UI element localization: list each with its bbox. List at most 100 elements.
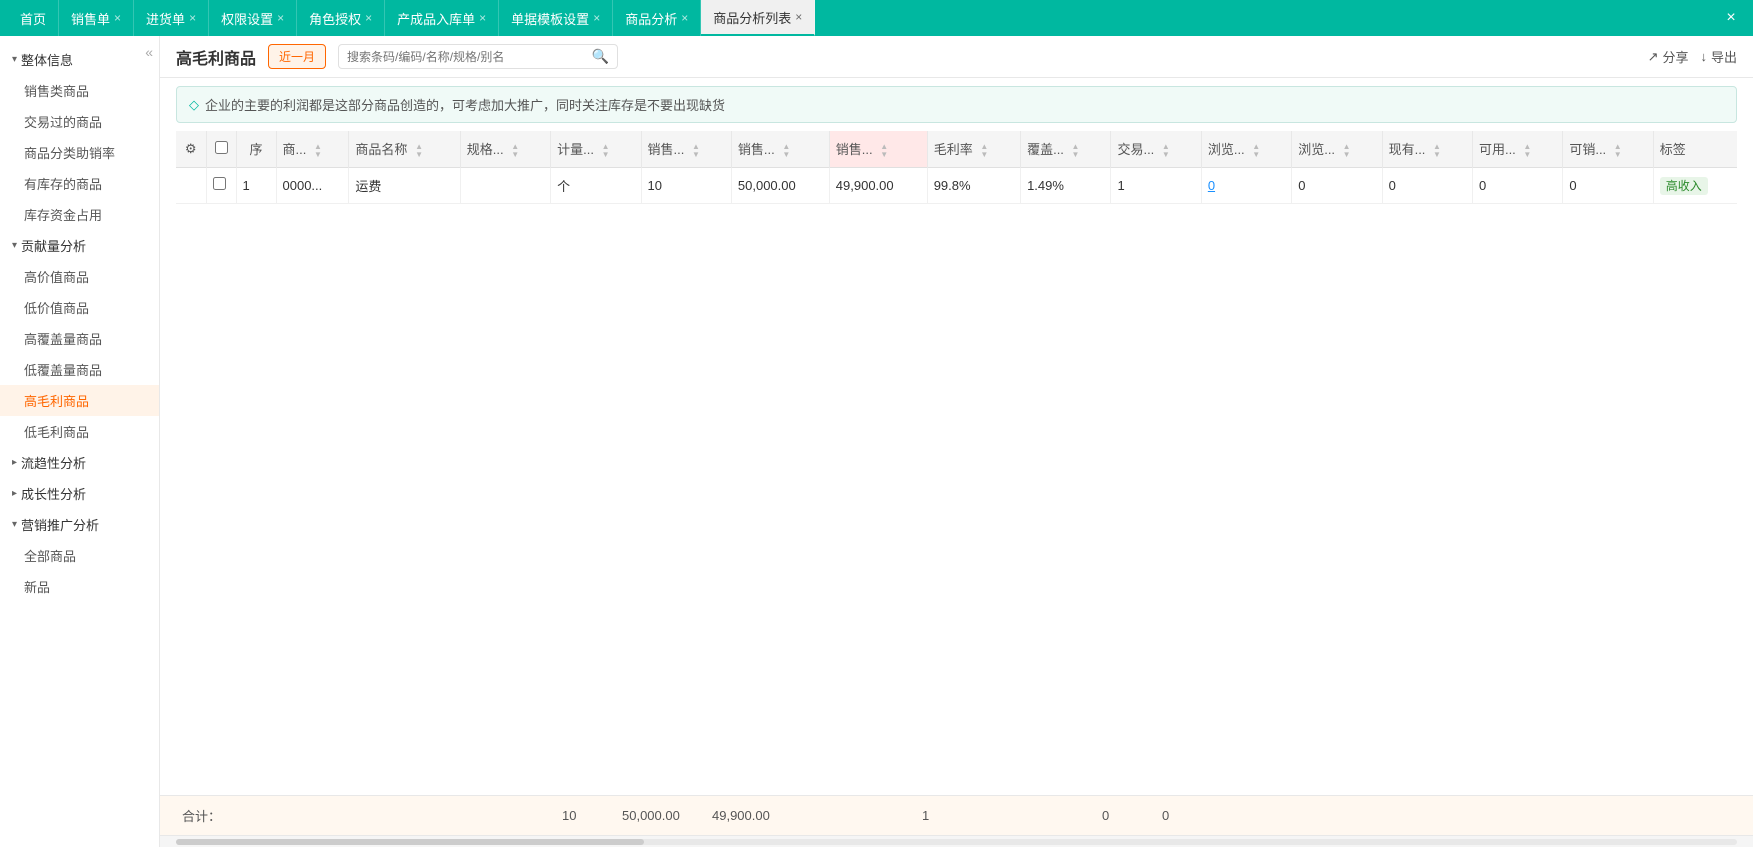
col-product-name[interactable]: 商品名称 ▲▼ bbox=[349, 131, 460, 167]
sidebar-group-marketing[interactable]: ▾ 营销推广分析 bbox=[0, 509, 159, 540]
sort-icon: ▲▼ bbox=[1614, 143, 1622, 159]
nav-purchase-order[interactable]: 进货单 × bbox=[134, 0, 209, 36]
col-views2[interactable]: 浏览... ▲▼ bbox=[1292, 131, 1382, 167]
close-permission-settings[interactable]: × bbox=[277, 11, 284, 25]
sidebar-item-high-coverage[interactable]: 高覆盖量商品 bbox=[0, 323, 159, 354]
sidebar-group-growth[interactable]: ▸ 成长性分析 bbox=[0, 478, 159, 509]
close-product-analysis-list[interactable]: × bbox=[795, 10, 802, 24]
footer-totals: 合计： 10 50,000.00 49,900.00 1 0 0 bbox=[160, 795, 1753, 835]
col-gross-rate[interactable]: 毛利率 ▲▼ bbox=[927, 131, 1020, 167]
sidebar: « ▾ 整体信息 销售类商品 交易过的商品 商品分类助销率 有库存的商品 库存资… bbox=[0, 36, 160, 847]
cell-coverage: 1.49% bbox=[1021, 167, 1111, 203]
nav-template-settings[interactable]: 单据模板设置 × bbox=[499, 0, 613, 36]
sidebar-item-high-value[interactable]: 高价值商品 bbox=[0, 261, 159, 292]
nav-product-analysis[interactable]: 商品分析 × bbox=[613, 0, 701, 36]
sidebar-item-stock-capital[interactable]: 库存资金占用 bbox=[0, 199, 159, 230]
nav-role-auth[interactable]: 角色授权 × bbox=[297, 0, 385, 36]
group-arrow-marketing: ▾ bbox=[12, 519, 17, 530]
nav-product-analysis-list[interactable]: 商品分析列表 × bbox=[701, 0, 815, 36]
col-sales3[interactable]: 销售... ▲▼ bbox=[829, 131, 927, 167]
close-sales-order[interactable]: × bbox=[114, 11, 121, 25]
sort-icon: ▲▼ bbox=[415, 143, 423, 159]
col-sales1[interactable]: 销售... ▲▼ bbox=[641, 131, 731, 167]
sidebar-group-trend[interactable]: ▸ 流趋性分析 bbox=[0, 447, 159, 478]
search-icon[interactable]: 🔍 bbox=[592, 48, 609, 65]
sidebar-item-high-margin[interactable]: 高毛利商品 bbox=[0, 385, 159, 416]
data-table: ⚙ 序 商... ▲▼ 商品名称 ▲▼ bbox=[176, 131, 1737, 204]
views1-link[interactable]: 0 bbox=[1208, 178, 1215, 193]
sidebar-group-overall[interactable]: ▾ 整体信息 bbox=[0, 44, 159, 75]
cell-sellable: 0 bbox=[1563, 167, 1653, 203]
info-bar: ◇ 企业的主要的利润都是这部分商品创造的，可考虑加大推广，同时关注库存是不要出现… bbox=[176, 86, 1737, 123]
scrollbar-track[interactable] bbox=[176, 839, 1737, 845]
col-current[interactable]: 现有... ▲▼ bbox=[1382, 131, 1472, 167]
col-checkbox[interactable] bbox=[206, 131, 236, 167]
sort-icon: ▲▼ bbox=[692, 143, 700, 159]
table-header-row: ⚙ 序 商... ▲▼ 商品名称 ▲▼ bbox=[176, 131, 1737, 167]
sidebar-item-in-stock[interactable]: 有库存的商品 bbox=[0, 168, 159, 199]
window-close-button[interactable]: × bbox=[1717, 4, 1745, 32]
scrollbar-thumb[interactable] bbox=[176, 839, 644, 845]
top-navigation: 首页 销售单 × 进货单 × 权限设置 × 角色授权 × 产成品入库单 × 单据… bbox=[0, 0, 1753, 36]
col-tag[interactable]: 标签 bbox=[1653, 131, 1737, 167]
sidebar-collapse-button[interactable]: « bbox=[145, 44, 153, 60]
close-product-analysis[interactable]: × bbox=[681, 11, 688, 25]
footer-available: 0 bbox=[1156, 804, 1216, 827]
cell-checkbox[interactable] bbox=[206, 167, 236, 203]
nav-permission-settings[interactable]: 权限设置 × bbox=[209, 0, 297, 36]
sidebar-item-low-margin[interactable]: 低毛利商品 bbox=[0, 416, 159, 447]
cell-views1[interactable]: 0 bbox=[1201, 167, 1291, 203]
nav-home[interactable]: 首页 bbox=[8, 0, 59, 36]
col-unit[interactable]: 计量... ▲▼ bbox=[551, 131, 641, 167]
sidebar-item-low-value[interactable]: 低价值商品 bbox=[0, 292, 159, 323]
footer-spacer7 bbox=[856, 812, 916, 820]
sidebar-group-contribution[interactable]: ▾ 贡献量分析 bbox=[0, 230, 159, 261]
col-settings[interactable]: ⚙ bbox=[176, 131, 206, 167]
cell-available: 0 bbox=[1472, 167, 1562, 203]
cell-unit: 个 bbox=[551, 167, 641, 203]
close-purchase-order[interactable]: × bbox=[189, 11, 196, 25]
footer-spacer8 bbox=[976, 812, 1036, 820]
nav-sales-order[interactable]: 销售单 × bbox=[59, 0, 134, 36]
col-spec[interactable]: 规格... ▲▼ bbox=[460, 131, 550, 167]
footer-spacer9 bbox=[1036, 812, 1096, 820]
sidebar-item-all-goods[interactable]: 全部商品 bbox=[0, 540, 159, 571]
col-coverage[interactable]: 覆盖... ▲▼ bbox=[1021, 131, 1111, 167]
close-role-auth[interactable]: × bbox=[365, 11, 372, 25]
col-transactions[interactable]: 交易... ▲▼ bbox=[1111, 131, 1201, 167]
sidebar-item-new-goods[interactable]: 新品 bbox=[0, 571, 159, 602]
sort-icon: ▲▼ bbox=[602, 143, 610, 159]
search-box: 🔍 bbox=[338, 44, 618, 69]
sidebar-item-sales-goods[interactable]: 销售类商品 bbox=[0, 75, 159, 106]
col-sellable[interactable]: 可销... ▲▼ bbox=[1563, 131, 1653, 167]
filter-recent-month[interactable]: 近一月 bbox=[268, 44, 326, 69]
share-icon: ↗ bbox=[1648, 49, 1659, 65]
sidebar-item-category-rate[interactable]: 商品分类助销率 bbox=[0, 137, 159, 168]
search-input[interactable] bbox=[347, 50, 592, 64]
select-all-checkbox[interactable] bbox=[215, 141, 228, 154]
nav-product-inbound[interactable]: 产成品入库单 × bbox=[385, 0, 499, 36]
horizontal-scrollbar[interactable] bbox=[160, 835, 1753, 847]
tag-badge: 高收入 bbox=[1660, 177, 1708, 195]
table-container[interactable]: ⚙ 序 商... ▲▼ 商品名称 ▲▼ bbox=[160, 131, 1753, 795]
cell-settings bbox=[176, 167, 206, 203]
settings-icon[interactable]: ⚙ bbox=[185, 141, 197, 156]
close-template-settings[interactable]: × bbox=[593, 11, 600, 25]
sort-icon: ▲▼ bbox=[511, 143, 519, 159]
share-button[interactable]: ↗ 分享 bbox=[1648, 47, 1689, 66]
sidebar-item-low-coverage[interactable]: 低覆盖量商品 bbox=[0, 354, 159, 385]
col-views1[interactable]: 浏览... ▲▼ bbox=[1201, 131, 1291, 167]
col-product-code[interactable]: 商... ▲▼ bbox=[276, 131, 349, 167]
cell-gross-rate: 99.8% bbox=[927, 167, 1020, 203]
footer-current: 0 bbox=[1096, 804, 1156, 827]
close-product-inbound[interactable]: × bbox=[479, 11, 486, 25]
sidebar-item-traded-goods[interactable]: 交易过的商品 bbox=[0, 106, 159, 137]
col-sales2[interactable]: 销售... ▲▼ bbox=[731, 131, 829, 167]
export-button[interactable]: ↓ 导出 bbox=[1700, 47, 1737, 66]
col-available[interactable]: 可用... ▲▼ bbox=[1472, 131, 1562, 167]
row-checkbox[interactable] bbox=[213, 177, 226, 190]
cell-code: 0000... bbox=[276, 167, 349, 203]
footer-label: 合计： bbox=[176, 802, 256, 829]
cell-num: 1 bbox=[236, 167, 276, 203]
info-text: 企业的主要的利润都是这部分商品创造的，可考虑加大推广，同时关注库存是不要出现缺货 bbox=[205, 95, 725, 114]
